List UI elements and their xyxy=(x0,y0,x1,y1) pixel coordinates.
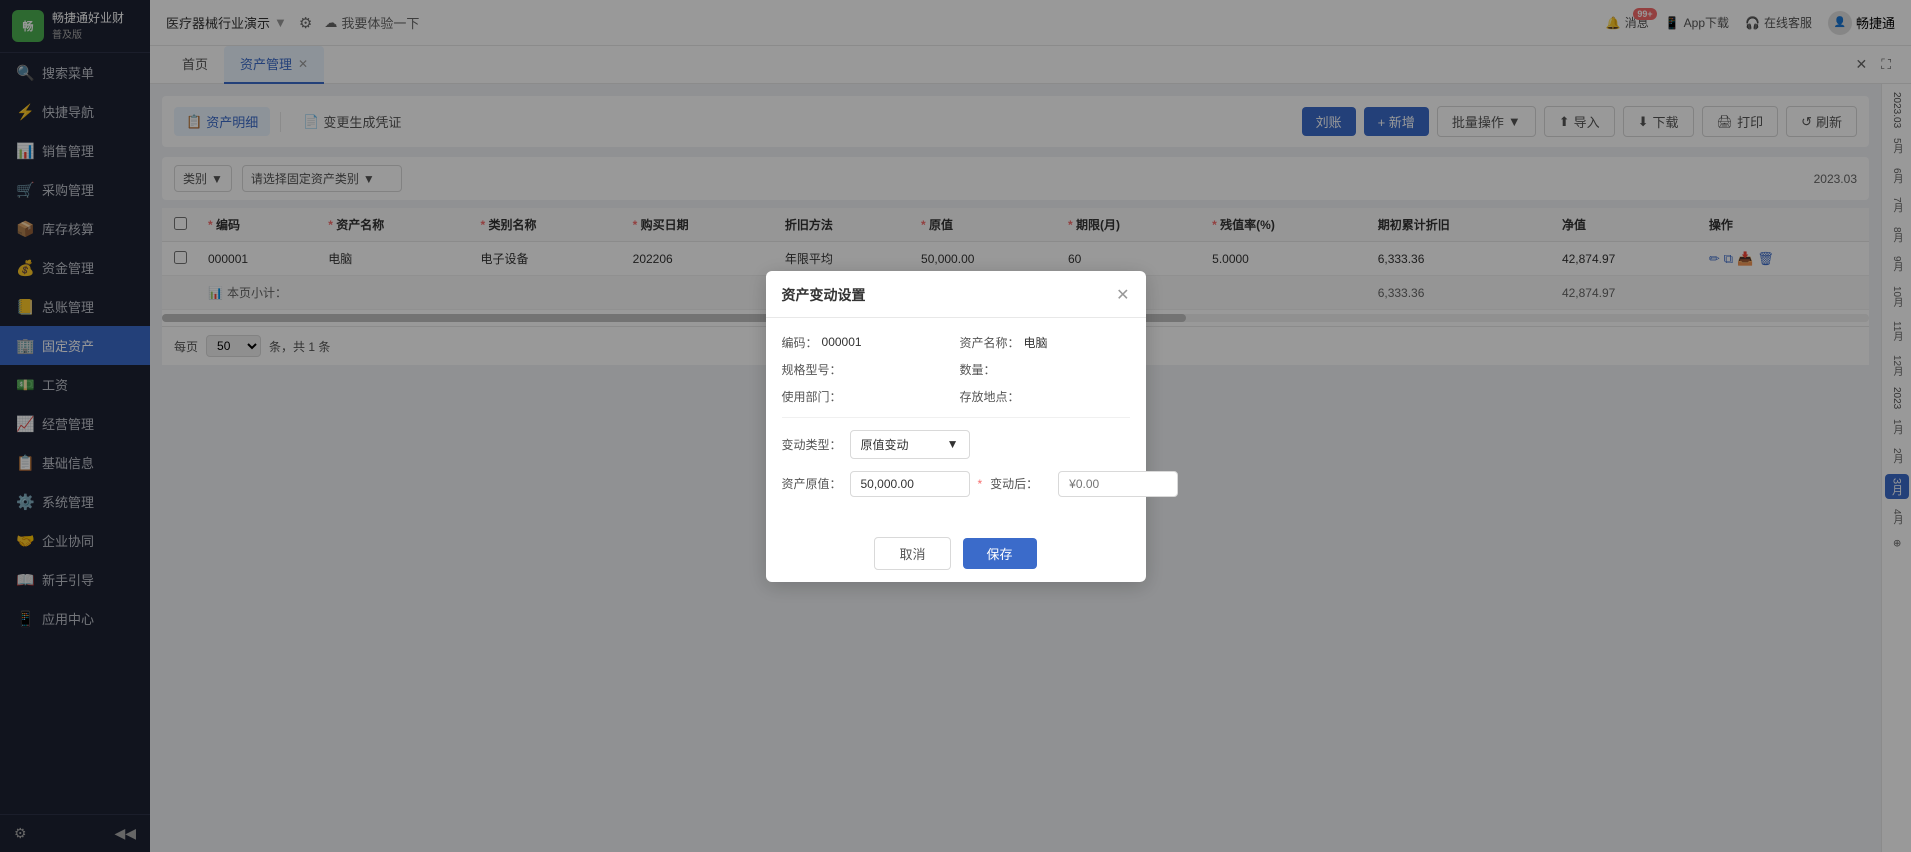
modal-spec-field: 规格型号： xyxy=(782,361,952,378)
modal-quantity-field: 数量： xyxy=(960,361,1130,378)
location-field-label: 存放地点： xyxy=(960,388,1020,405)
change-type-select[interactable]: 原值变动 ▼ xyxy=(850,430,970,459)
name-field-label: 资产名称： xyxy=(960,334,1020,351)
change-type-value: 原值变动 xyxy=(861,436,909,453)
asset-value-label: 资产原值： xyxy=(782,475,842,492)
cancel-button[interactable]: 取消 xyxy=(874,537,950,570)
modal-overlay: 资产变动设置 ✕ 编码： 000001 资产名称： 电脑 规格型号： xyxy=(0,0,1911,852)
name-field-value: 电脑 xyxy=(1024,334,1048,351)
modal-close-button[interactable]: ✕ xyxy=(1116,285,1129,305)
asset-change-modal: 资产变动设置 ✕ 编码： 000001 资产名称： 电脑 规格型号： xyxy=(766,271,1146,582)
save-button[interactable]: 保存 xyxy=(963,538,1037,569)
modal-body: 编码： 000001 资产名称： 电脑 规格型号： 数量： xyxy=(766,318,1146,525)
spec-field-label: 规格型号： xyxy=(782,361,842,378)
dept-field-label: 使用部门： xyxy=(782,388,842,405)
code-field-value: 000001 xyxy=(822,335,862,349)
modal-code-field: 编码： 000001 xyxy=(782,334,952,351)
code-field-label: 编码： xyxy=(782,334,818,351)
modal-info-row-3: 使用部门： 存放地点： xyxy=(782,388,1130,405)
after-change-label: 变动后： xyxy=(990,475,1050,492)
quantity-field-label: 数量： xyxy=(960,361,996,378)
modal-location-field: 存放地点： xyxy=(960,388,1130,405)
change-type-row: 变动类型： 原值变动 ▼ xyxy=(782,430,1130,459)
modal-dept-field: 使用部门： xyxy=(782,388,952,405)
modal-divider xyxy=(782,417,1130,418)
modal-title: 资产变动设置 xyxy=(782,285,866,305)
asset-value-row: 资产原值： 50,000.00 * 变动后： xyxy=(782,471,1130,497)
modal-info-row-1: 编码： 000001 资产名称： 电脑 xyxy=(782,334,1130,351)
asset-value-display: 50,000.00 xyxy=(850,471,970,497)
modal-info-row-2: 规格型号： 数量： xyxy=(782,361,1130,378)
chevron-down-icon: ▼ xyxy=(947,437,959,451)
change-type-label: 变动类型： xyxy=(782,436,842,453)
modal-header: 资产变动设置 ✕ xyxy=(766,271,1146,318)
required-star: * xyxy=(978,477,983,491)
modal-footer: 取消 保存 xyxy=(766,525,1146,582)
after-change-input[interactable] xyxy=(1058,471,1178,497)
modal-name-field: 资产名称： 电脑 xyxy=(960,334,1130,351)
